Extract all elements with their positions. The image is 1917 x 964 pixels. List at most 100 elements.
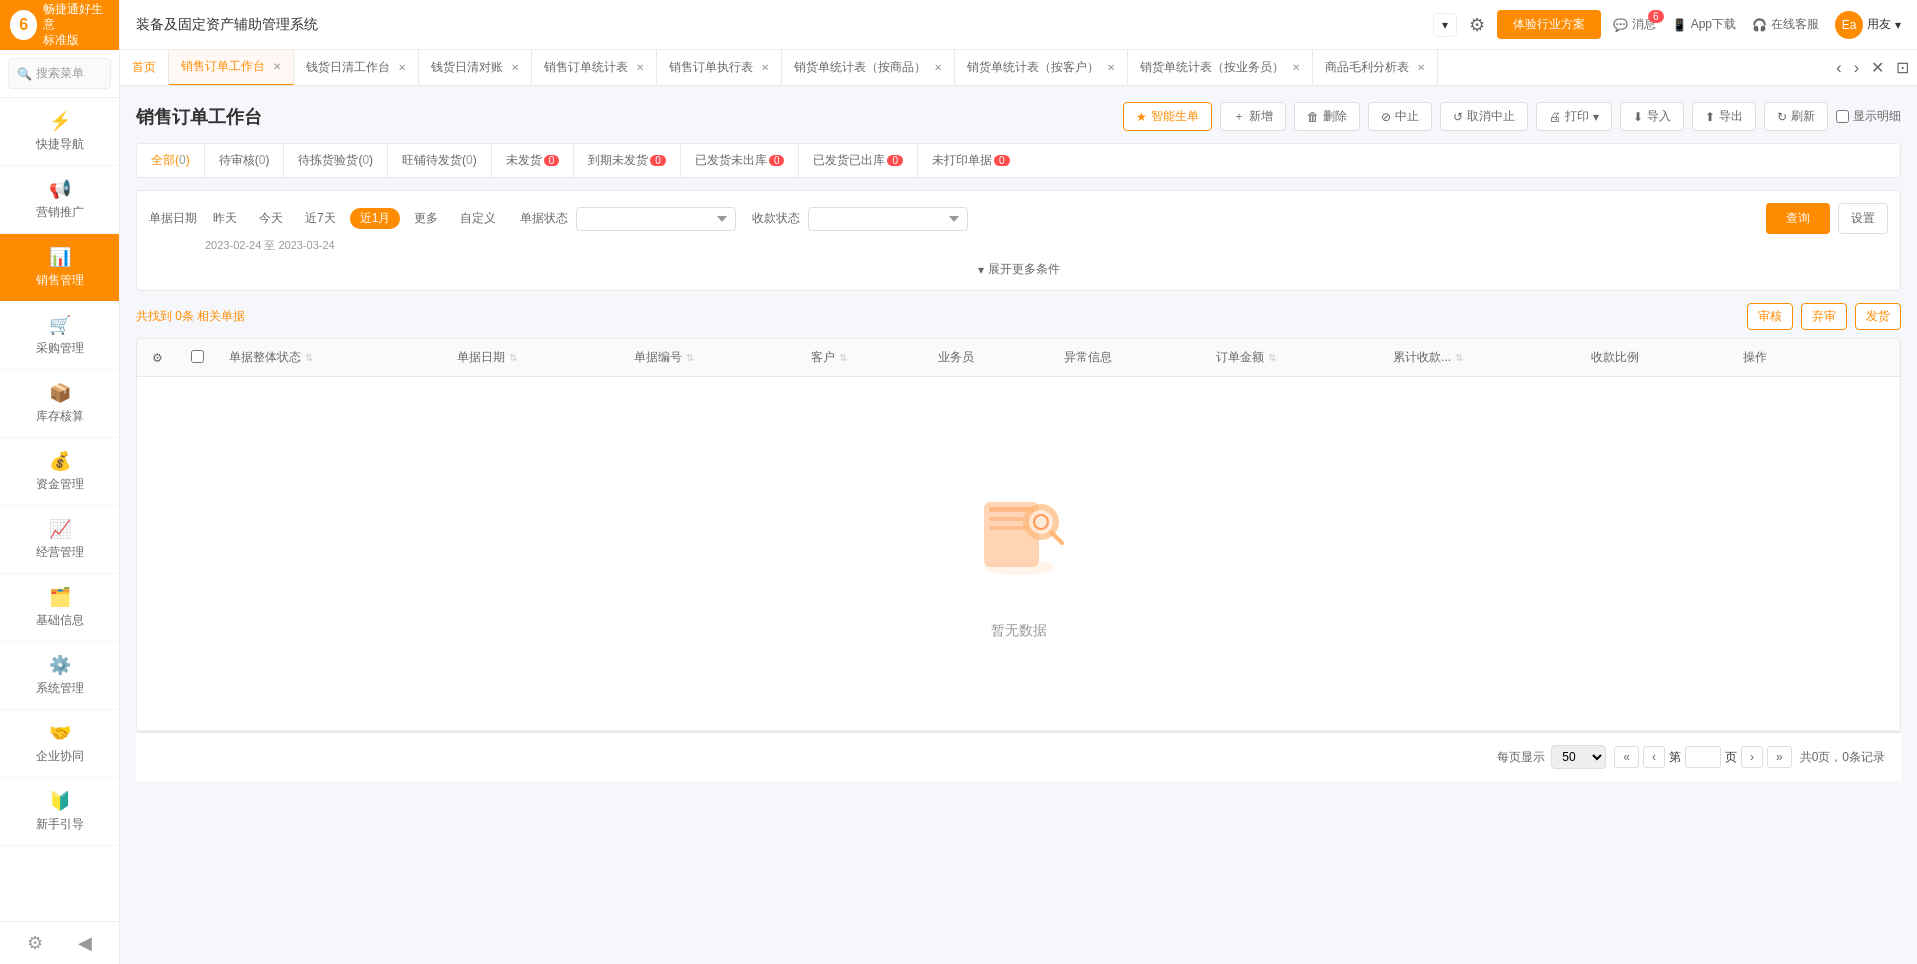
sidebar-item-newbie-guide[interactable]: 🔰 新手引导	[0, 778, 119, 846]
tabs-scroll-right-button[interactable]: ›	[1850, 57, 1863, 79]
sidebar-item-finance-mgmt[interactable]: 💰 资金管理	[0, 438, 119, 506]
sidebar-item-ops-mgmt[interactable]: 📈 经营管理	[0, 506, 119, 574]
payment-select[interactable]	[808, 207, 968, 231]
tab-close-icon[interactable]: ✕	[1292, 62, 1300, 73]
tab-sales-stats-by-product[interactable]: 销货单统计表（按商品） ✕	[782, 50, 955, 86]
sub-tab-not-printed[interactable]: 未打印单据0	[918, 144, 1024, 177]
show-detail-input[interactable]	[1836, 110, 1849, 123]
last-page-button[interactable]: »	[1767, 746, 1792, 768]
sub-tab-pending-inspect[interactable]: 待拣货验货(0)	[284, 144, 388, 177]
sidebar-settings-button[interactable]: ⚙	[27, 932, 43, 954]
user-profile[interactable]: Ea 用友 ▾	[1835, 11, 1901, 39]
th-doc-no: 单据编号 ⇅	[622, 339, 799, 377]
show-detail-checkbox[interactable]: 显示明细	[1836, 108, 1901, 125]
sidebar-collapse-button[interactable]: ◀	[78, 932, 92, 954]
prev-page-button[interactable]: ‹	[1643, 746, 1665, 768]
review-button[interactable]: 审核	[1747, 303, 1793, 330]
avatar: Ea	[1835, 11, 1863, 39]
sort-icon[interactable]: ⇅	[509, 352, 517, 363]
sort-icon[interactable]: ⇅	[1455, 352, 1463, 363]
tab-close-icon[interactable]: ✕	[636, 62, 644, 73]
cancel-stop-icon: ↺	[1453, 110, 1463, 124]
shortcut-1month[interactable]: 近1月	[350, 208, 401, 229]
add-button[interactable]: ＋ 新增	[1220, 102, 1286, 131]
tab-sales-order-exec[interactable]: 销售订单执行表 ✕	[657, 50, 782, 86]
th-doc-date: 单据日期 ⇅	[445, 339, 622, 377]
query-button[interactable]: 查询	[1766, 203, 1830, 234]
shortcut-7days[interactable]: 近7天	[297, 208, 344, 229]
sort-icon[interactable]: ⇅	[1268, 352, 1276, 363]
sidebar-item-marketing-promo[interactable]: 📢 营销推广	[0, 166, 119, 234]
export-button[interactable]: ⬆ 导出	[1692, 102, 1756, 131]
shortcut-today[interactable]: 今天	[251, 208, 291, 229]
sidebar-item-enterprise-collab[interactable]: 🤝 企业协同	[0, 710, 119, 778]
tab-sales-stats-by-customer[interactable]: 销货单统计表（按客户） ✕	[955, 50, 1128, 86]
tab-close-icon[interactable]: ✕	[511, 62, 519, 73]
sidebar-item-purchase-mgmt[interactable]: 🛒 采购管理	[0, 302, 119, 370]
sidebar-item-quick-nav[interactable]: ⚡ 快捷导航	[0, 98, 119, 166]
tab-close-icon[interactable]: ✕	[761, 62, 769, 73]
cancel-stop-button[interactable]: ↺ 取消中止	[1440, 102, 1528, 131]
sub-tab-wangpu-pending-ship[interactable]: 旺铺待发货(0)	[388, 144, 492, 177]
tab-cash-goods-reconcile[interactable]: 钱货日清对账 ✕	[419, 50, 532, 86]
sort-icon[interactable]: ⇅	[305, 352, 313, 363]
sub-tab-pending-review[interactable]: 待审核(0)	[205, 144, 285, 177]
sub-tab-not-shipped[interactable]: 未发货0	[492, 144, 575, 177]
import-icon: ⬇	[1633, 110, 1643, 124]
ship-button[interactable]: 发货	[1855, 303, 1901, 330]
sidebar-item-sales-mgmt[interactable]: 📊 销售管理	[0, 234, 119, 302]
status-select[interactable]	[576, 207, 736, 231]
import-button[interactable]: ⬇ 导入	[1620, 102, 1684, 131]
system-dropdown[interactable]: ▾	[1433, 13, 1457, 37]
solution-button[interactable]: 体验行业方案	[1497, 10, 1601, 39]
tab-cash-daily-clearing[interactable]: 钱货日清工作台 ✕	[294, 50, 419, 86]
column-settings-icon[interactable]: ⚙	[152, 351, 163, 365]
print-button[interactable]: 🖨 打印 ▾	[1536, 102, 1612, 131]
sub-tab-shipped-out[interactable]: 已发货已出库0	[799, 144, 918, 177]
tab-close-icon[interactable]: ✕	[273, 61, 281, 72]
tab-home[interactable]: 首页	[120, 50, 169, 86]
sort-icon[interactable]: ⇅	[686, 352, 694, 363]
sub-tab-all[interactable]: 全部(0)	[137, 144, 205, 177]
delete-button[interactable]: 🗑 删除	[1294, 102, 1360, 131]
sidebar-item-system-mgmt[interactable]: ⚙️ 系统管理	[0, 642, 119, 710]
sidebar-bottom: ⚙ ◀	[0, 921, 119, 964]
tab-sales-order-workbench[interactable]: 销售订单工作台 ✕	[169, 50, 294, 86]
cancel-review-button[interactable]: 弃审	[1801, 303, 1847, 330]
shortcut-yesterday[interactable]: 昨天	[205, 208, 245, 229]
refresh-button[interactable]: ↻ 刷新	[1764, 102, 1828, 131]
tabs-close-all-button[interactable]: ✕	[1867, 56, 1888, 79]
sidebar-item-inventory-check[interactable]: 📦 库存核算	[0, 370, 119, 438]
tab-close-icon[interactable]: ✕	[1107, 62, 1115, 73]
tab-sales-order-stats[interactable]: 销售订单统计表 ✕	[532, 50, 657, 86]
setup-button[interactable]: 设置	[1838, 203, 1888, 234]
tabs-scroll-left-button[interactable]: ‹	[1832, 57, 1845, 79]
app-download-button[interactable]: 📱 App下载	[1672, 16, 1736, 33]
select-all-checkbox[interactable]	[191, 350, 204, 363]
first-page-button[interactable]: «	[1614, 746, 1639, 768]
sub-tab-shipped-not-out[interactable]: 已发货未出库0	[681, 144, 800, 177]
tab-close-icon[interactable]: ✕	[1417, 62, 1425, 73]
smart-create-button[interactable]: ★ 智能生单	[1123, 102, 1212, 131]
stop-button[interactable]: ⊘ 中止	[1368, 102, 1432, 131]
next-page-button[interactable]: ›	[1741, 746, 1763, 768]
shortcut-more[interactable]: 更多	[406, 208, 446, 229]
shortcut-custom[interactable]: 自定义	[452, 208, 504, 229]
sort-icon[interactable]: ⇅	[839, 352, 847, 363]
per-page-select[interactable]: 10 20 50 100	[1551, 745, 1606, 769]
message-button[interactable]: 💬 消息 6	[1613, 16, 1656, 33]
tab-close-icon[interactable]: ✕	[398, 62, 406, 73]
online-service-button[interactable]: 🎧 在线客服	[1752, 16, 1819, 33]
tab-sales-stats-by-staff[interactable]: 销货单统计表（按业务员） ✕	[1128, 50, 1313, 86]
table-toolbar: 共找到 0条 相关单据 审核 弃审 发货	[136, 303, 1901, 330]
search-menu-button[interactable]: 🔍 搜索菜单	[8, 58, 111, 89]
expand-more-button[interactable]: ▾ 展开更多条件	[978, 261, 1060, 278]
search-icon: 🔍	[17, 67, 32, 81]
page-number-input[interactable]: 1	[1685, 746, 1721, 768]
tab-product-margin[interactable]: 商品毛利分析表 ✕	[1313, 50, 1438, 86]
tabs-maximize-button[interactable]: ⊡	[1892, 56, 1913, 79]
tab-close-icon[interactable]: ✕	[934, 62, 942, 73]
sidebar-item-basic-info[interactable]: 🗂️ 基础信息	[0, 574, 119, 642]
settings-icon[interactable]: ⚙	[1469, 14, 1485, 36]
sub-tab-expired-not-shipped[interactable]: 到期未发货0	[574, 144, 681, 177]
